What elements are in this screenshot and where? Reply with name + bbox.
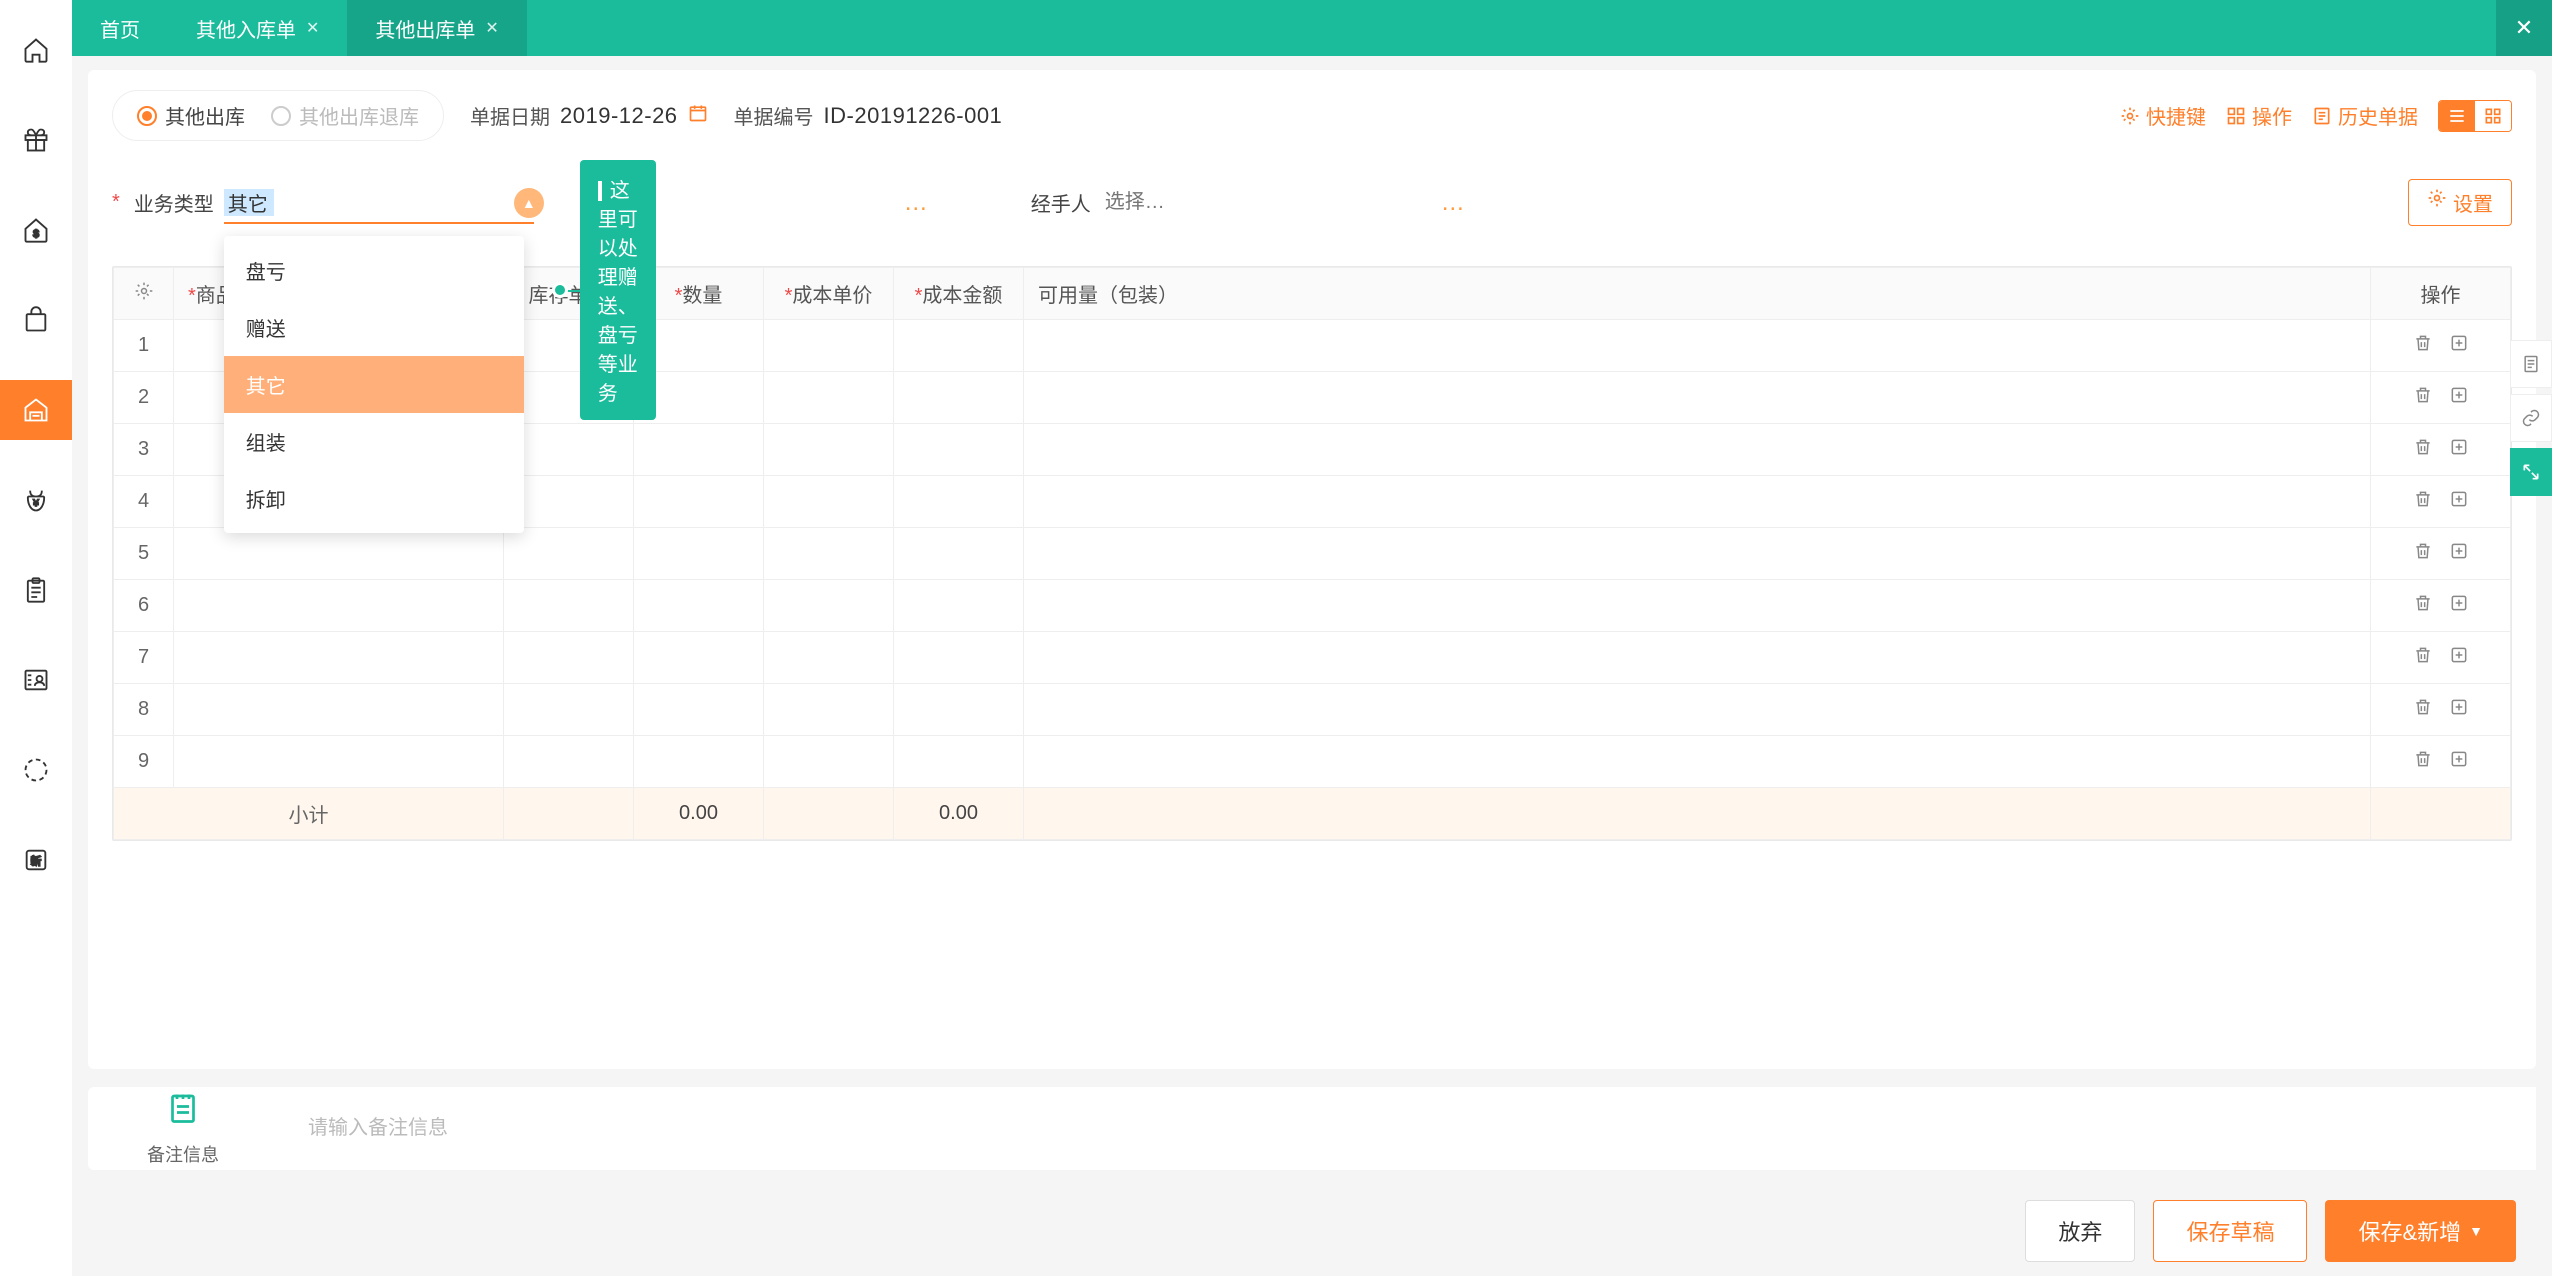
table-row[interactable]: 9 <box>114 736 2511 788</box>
col-ops: 操作 <box>2421 285 2461 307</box>
biz-type-option[interactable]: 赠送 <box>224 299 524 356</box>
shortcut-button[interactable]: 快捷键 <box>2120 101 2206 130</box>
remarks-section: 备注信息 <box>88 1087 2536 1170</box>
sidebar-loading-icon[interactable] <box>0 740 72 800</box>
sidebar-bag-icon[interactable] <box>0 290 72 350</box>
table-row[interactable]: 8 <box>114 684 2511 736</box>
subtotal-amount: 0.00 <box>894 788 1024 840</box>
delete-row-icon[interactable] <box>2413 437 2433 463</box>
col-cost-amount: 成本金额 <box>922 285 1002 307</box>
sidebar-home-icon[interactable] <box>0 20 72 80</box>
footer-actions: 放弃 保存草稿 保存&新增▼ <box>88 1186 2536 1276</box>
subtotal-qty: 0.00 <box>634 788 764 840</box>
svg-text:新: 新 <box>31 855 42 868</box>
doc-date-value[interactable]: 2019-12-26 <box>560 103 678 129</box>
settings-button[interactable]: 设置 <box>2408 179 2512 226</box>
add-row-icon[interactable] <box>2449 697 2469 723</box>
save-draft-button[interactable]: 保存草稿 <box>2153 1200 2307 1262</box>
operate-button[interactable]: 操作 <box>2226 101 2292 130</box>
add-row-icon[interactable] <box>2449 489 2469 515</box>
sidebar-new-icon[interactable]: 新 <box>0 830 72 890</box>
doc-type-radio-group: 其他出库 其他出库退库 <box>112 90 444 141</box>
remarks-label: 备注信息 <box>147 1141 219 1167</box>
biz-type-option[interactable]: 拆卸 <box>224 470 524 527</box>
biz-type-input[interactable] <box>224 189 274 216</box>
rail-link-icon[interactable] <box>2510 394 2552 442</box>
rail-doc-icon[interactable] <box>2510 340 2552 388</box>
delete-row-icon[interactable] <box>2413 541 2433 567</box>
add-row-icon[interactable] <box>2449 437 2469 463</box>
close-all-tabs-icon[interactable]: ✕ <box>2496 0 2552 56</box>
calendar-icon[interactable] <box>688 103 708 129</box>
sidebar-warehouse-icon[interactable] <box>0 380 72 440</box>
delete-row-icon[interactable] <box>2413 749 2433 775</box>
chevron-up-icon[interactable]: ▲ <box>514 188 544 218</box>
col-cost-price: 成本单价 <box>792 285 872 307</box>
close-icon[interactable]: ✕ <box>306 18 319 38</box>
biz-type-label: 业务类型 <box>134 188 214 217</box>
delete-row-icon[interactable] <box>2413 593 2433 619</box>
tab-other-out[interactable]: 其他出库单✕ <box>347 0 526 56</box>
handler-label: 经手人 <box>1031 188 1091 217</box>
subtotal-label: 小计 <box>114 788 504 840</box>
add-row-icon[interactable] <box>2449 645 2469 671</box>
biz-type-option[interactable]: 组装 <box>224 413 524 470</box>
doc-no-field: 单据编号 ID-20191226-001 <box>734 101 1003 130</box>
chevron-down-icon[interactable]: ▼ <box>2469 1223 2483 1239</box>
svg-text:¥: ¥ <box>32 498 39 508</box>
list-view-icon[interactable] <box>2439 101 2475 131</box>
discard-button[interactable]: 放弃 <box>2025 1200 2135 1262</box>
delete-row-icon[interactable] <box>2413 697 2433 723</box>
radio-other-out[interactable]: 其他出库 <box>137 101 245 130</box>
history-button[interactable]: 历史单据 <box>2312 101 2418 130</box>
col-available: 可用量（包装） <box>1038 285 1178 307</box>
save-new-button[interactable]: 保存&新增▼ <box>2325 1200 2516 1262</box>
sidebar-dollar-icon[interactable]: $ <box>0 200 72 260</box>
tabs-bar: 首页 其他入库单✕ 其他出库单✕ ✕ <box>72 0 2552 56</box>
gear-icon[interactable] <box>134 284 154 306</box>
table-row[interactable]: 6 <box>114 580 2511 632</box>
doc-date-field: 单据日期 2019-12-26 <box>470 101 708 130</box>
table-row[interactable]: 5 <box>114 528 2511 580</box>
remarks-input[interactable] <box>278 1087 2536 1170</box>
biz-type-option[interactable]: 盘亏 <box>224 242 524 299</box>
grid-view-icon[interactable] <box>2475 101 2511 131</box>
doc-no-value: ID-20191226-001 <box>824 103 1003 129</box>
col-qty: 数量 <box>682 285 722 307</box>
add-row-icon[interactable] <box>2449 749 2469 775</box>
table-row[interactable]: 7 <box>114 632 2511 684</box>
tab-other-in[interactable]: 其他入库单✕ <box>168 0 347 56</box>
view-toggle[interactable] <box>2438 100 2512 132</box>
add-row-icon[interactable] <box>2449 593 2469 619</box>
add-row-icon[interactable] <box>2449 385 2469 411</box>
add-row-icon[interactable] <box>2449 333 2469 359</box>
sidebar-contact-icon[interactable] <box>0 650 72 710</box>
sidebar-gift-icon[interactable] <box>0 110 72 170</box>
add-row-icon[interactable] <box>2449 541 2469 567</box>
notes-icon <box>165 1090 201 1131</box>
more-icon[interactable]: … <box>904 189 931 217</box>
delete-row-icon[interactable] <box>2413 645 2433 671</box>
sidebar-clipboard-icon[interactable] <box>0 560 72 620</box>
handler-input[interactable] <box>1101 185 1401 220</box>
close-icon[interactable]: ✕ <box>485 18 498 38</box>
delete-row-icon[interactable] <box>2413 333 2433 359</box>
rail-expand-icon[interactable] <box>2510 448 2552 496</box>
delete-row-icon[interactable] <box>2413 489 2433 515</box>
delete-row-icon[interactable] <box>2413 385 2433 411</box>
more-icon[interactable]: … <box>1441 189 1468 217</box>
hint-callout: 这里可以处理赠送、盘亏等业务 <box>580 160 656 420</box>
biz-type-option[interactable]: 其它 <box>224 356 524 413</box>
sidebar: $ ¥ 新 <box>0 0 72 1276</box>
svg-text:$: $ <box>33 228 39 240</box>
biz-type-dropdown: 盘亏赠送其它组装拆卸 <box>224 236 524 533</box>
tab-home[interactable]: 首页 <box>72 0 168 56</box>
biz-type-field: *业务类型 ▲ 盘亏赠送其它组装拆卸 这里可以处理赠送、盘亏等业务 <box>112 188 544 218</box>
handler-field: 经手人 <box>1031 185 1401 220</box>
form-card: 其他出库 其他出库退库 单据日期 2019-12-26 单据编号 ID-2019… <box>88 70 2536 1069</box>
sidebar-money-icon[interactable]: ¥ <box>0 470 72 530</box>
radio-other-out-return[interactable]: 其他出库退库 <box>271 101 419 130</box>
